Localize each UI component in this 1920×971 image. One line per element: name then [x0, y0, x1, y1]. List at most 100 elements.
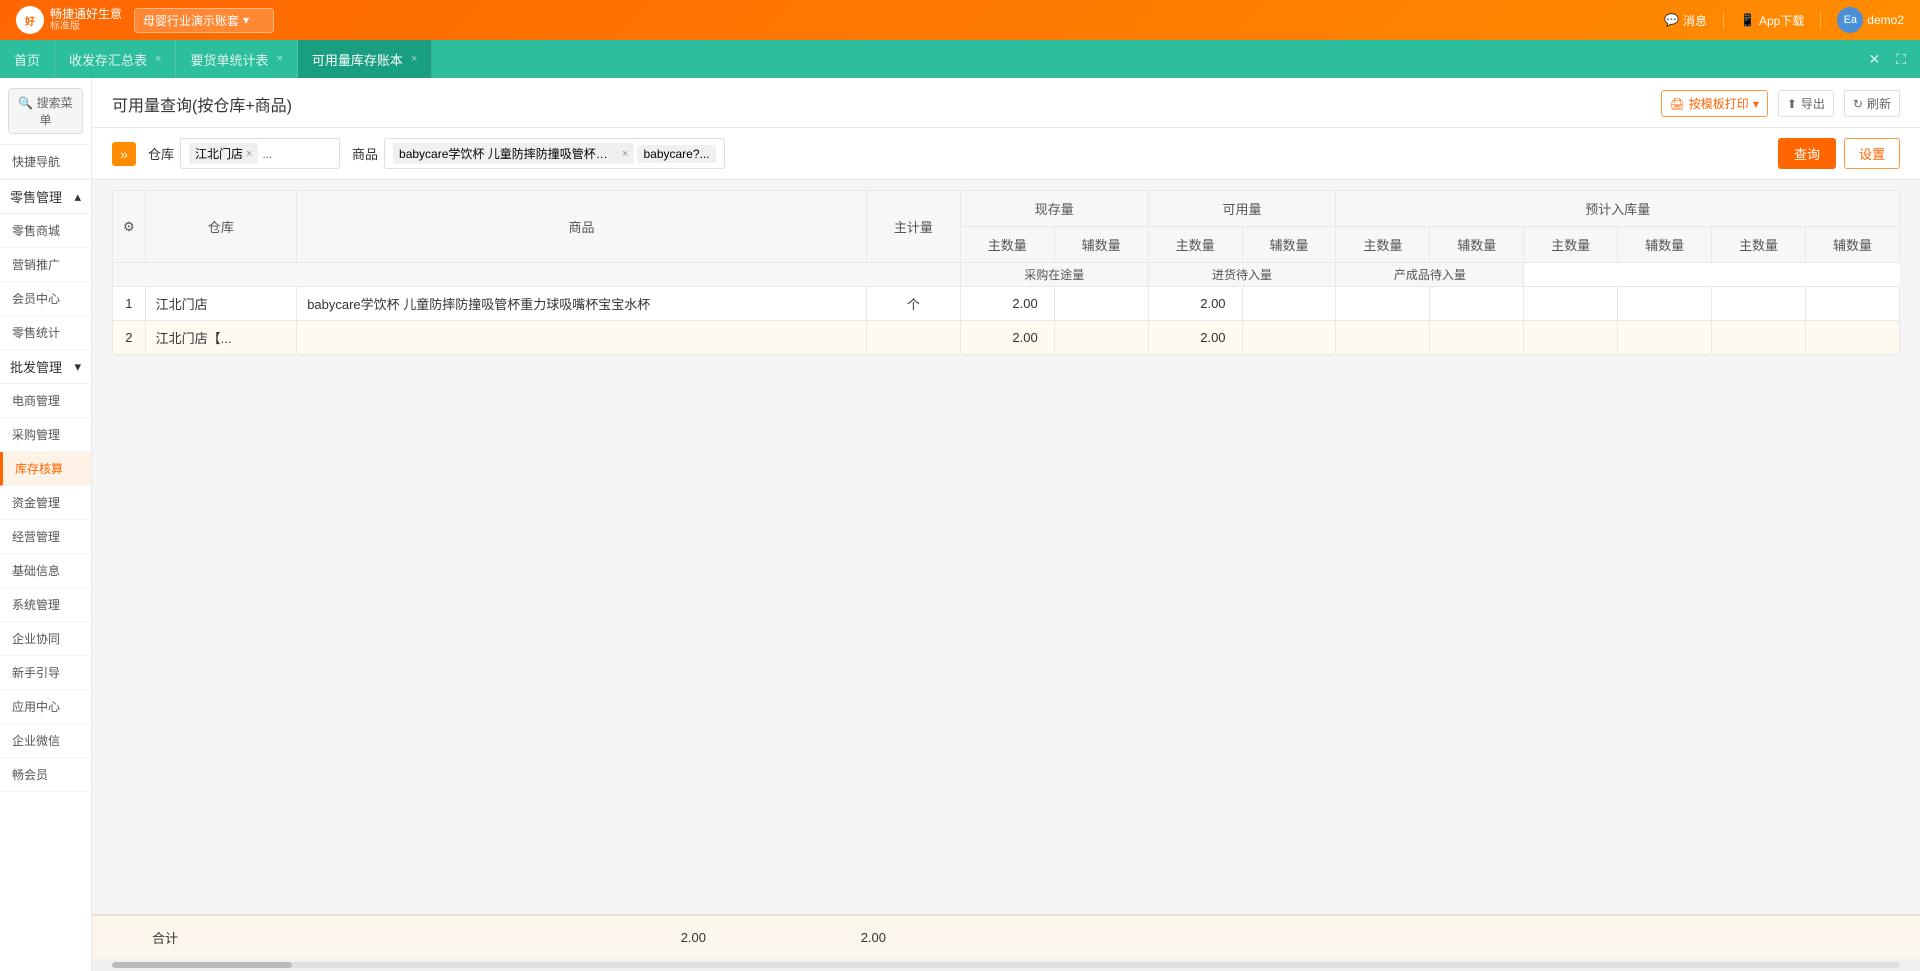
- sidebar-item-finance[interactable]: 资金管理: [0, 486, 91, 520]
- close-orders-icon[interactable]: ×: [276, 53, 282, 65]
- col-settings-header[interactable]: ⚙: [113, 191, 146, 263]
- table-area: ⚙ 仓库 商品 主计量 现存量 可用量 预计入库量 主数量 辅数量 主数量 辅数…: [92, 180, 1920, 914]
- sidebar-item-wholesale[interactable]: 批发管理 ▾: [0, 350, 91, 384]
- tab-receipts[interactable]: 收发存汇总表 ×: [55, 40, 176, 78]
- sidebar-item-retail[interactable]: 零售管理 ▴: [0, 180, 91, 214]
- industry-selector[interactable]: 母婴行业演示账套 ▾: [134, 8, 274, 33]
- sidebar-item-newbie[interactable]: 新手引导: [0, 656, 91, 690]
- production-label: 产成品待入量: [1336, 263, 1524, 287]
- col-current-main-header: 主数量: [960, 227, 1054, 263]
- row1-incoming-main: [1524, 287, 1618, 321]
- filter-bar: » 仓库 江北门店 × ... 商品 babycare学饮杯 儿童防摔防撞吸管杯…: [92, 128, 1920, 180]
- sidebar-item-wechat[interactable]: 企业微信: [0, 724, 91, 758]
- phone-icon: 📱: [1740, 13, 1755, 27]
- warehouse-input[interactable]: 江北门店 × ...: [180, 138, 340, 169]
- export-icon: ⬆: [1787, 97, 1797, 111]
- warehouse-filter-group: 仓库 江北门店 × ...: [148, 138, 340, 169]
- tab-home[interactable]: 首页: [0, 40, 55, 78]
- settings-button[interactable]: 设置: [1844, 138, 1900, 169]
- sidebar-item-vip[interactable]: 畅会员: [0, 758, 91, 792]
- user-area[interactable]: Ea demo2: [1837, 7, 1904, 33]
- refresh-icon: ↻: [1853, 97, 1863, 111]
- sidebar-item-inventory[interactable]: 库存核算: [0, 452, 91, 486]
- tab-orders[interactable]: 要货单统计表 ×: [176, 40, 297, 78]
- page-title: 可用量查询(按仓库+商品): [112, 92, 292, 116]
- sidebar-item-purchase[interactable]: 采购管理: [0, 418, 91, 452]
- col-incoming-main-header: 主数量: [1524, 227, 1618, 263]
- page-header-actions: 🖨 按模板打印 ▾ ⬆ 导出 ↻ 刷新: [1661, 90, 1900, 117]
- maximize-icon[interactable]: ⛶: [1890, 48, 1912, 71]
- col-product-header: 商品: [297, 191, 867, 263]
- col-warehouse-header: 仓库: [145, 191, 297, 263]
- row1-purchase-sub: [1430, 287, 1524, 321]
- chevron-down-icon: ▾: [74, 359, 81, 375]
- sidebar-item-retail-shop[interactable]: 零售商城: [0, 214, 91, 248]
- col-purchase-main-header: 主数量: [1336, 227, 1430, 263]
- close-receipts-icon[interactable]: ×: [155, 53, 161, 65]
- message-btn[interactable]: 💬 消息: [1664, 12, 1707, 29]
- sidebar-item-members[interactable]: 会员中心: [0, 282, 91, 316]
- warehouse-label: 仓库: [148, 144, 174, 163]
- search-menu-btn[interactable]: 🔍 搜索菜单: [8, 88, 83, 134]
- sidebar-item-ecommerce[interactable]: 电商管理: [0, 384, 91, 418]
- message-icon: 💬: [1664, 13, 1679, 27]
- close-window-icon[interactable]: ✕: [1862, 48, 1886, 71]
- print-template-btn[interactable]: 🖨 按模板打印 ▾: [1661, 90, 1768, 117]
- chevron-up-icon: ▴: [74, 189, 81, 205]
- remove-product1-icon[interactable]: ×: [622, 148, 628, 160]
- row1-unit: 个: [866, 287, 960, 321]
- row2-product: [297, 321, 867, 355]
- query-button[interactable]: 查询: [1778, 138, 1836, 169]
- sidebar-item-system[interactable]: 系统管理: [0, 588, 91, 622]
- row2-unit: [866, 321, 960, 355]
- gear-icon: ⚙: [123, 219, 135, 234]
- main-layout: 🔍 搜索菜单 快捷导航 零售管理 ▴ 零售商城 营销推广 会员中心 零售统计 批…: [0, 78, 1920, 971]
- refresh-btn[interactable]: ↻ 刷新: [1844, 90, 1900, 117]
- scrollbar-track[interactable]: [112, 962, 1900, 968]
- col-current-sub-header: 辅数量: [1054, 227, 1148, 263]
- filter-expand-btn[interactable]: »: [112, 142, 136, 166]
- remove-warehouse-icon[interactable]: ×: [246, 148, 252, 160]
- col-unit-header: 主计量: [866, 191, 960, 263]
- row2-incoming-sub: [1618, 321, 1712, 355]
- divider: [1723, 11, 1724, 29]
- row1-avail-sub: [1242, 287, 1336, 321]
- col-avail-sub-header: 辅数量: [1242, 227, 1336, 263]
- close-inventory-icon[interactable]: ×: [411, 53, 417, 65]
- search-icon: 🔍: [18, 96, 33, 110]
- row1-production-sub: [1805, 287, 1899, 321]
- row2-incoming-main: [1524, 321, 1618, 355]
- app-download-btn[interactable]: 📱 App下载: [1740, 12, 1804, 29]
- sidebar-item-retail-stats[interactable]: 零售统计: [0, 316, 91, 350]
- tab-inventory[interactable]: 可用量库存账本 ×: [298, 40, 432, 78]
- col-purchase-sub-header: 辅数量: [1430, 227, 1524, 263]
- product-label: 商品: [352, 144, 378, 163]
- scrollbar-thumb[interactable]: [112, 962, 292, 968]
- warehouse-tag: 江北门店 ×: [189, 143, 258, 164]
- product-input[interactable]: babycare学饮杯 儿童防摔防撞吸管杯重力球吸嘴杯宝宝水杯 × babyca…: [384, 138, 724, 169]
- row1-current-main: 2.00: [960, 287, 1054, 321]
- export-btn[interactable]: ⬆ 导出: [1778, 90, 1834, 117]
- summary-current-main: 2.00: [622, 924, 722, 951]
- summary-avail-main: 2.00: [802, 924, 902, 951]
- col-production-sub-header: 辅数量: [1805, 227, 1899, 263]
- data-table: ⚙ 仓库 商品 主计量 现存量 可用量 预计入库量 主数量 辅数量 主数量 辅数…: [112, 190, 1900, 355]
- top-bar-left: 好 畅捷通好生意 标准版 母婴行业演示账套 ▾: [16, 6, 274, 34]
- logo-icon: 好: [16, 6, 44, 34]
- sidebar-item-quick-nav[interactable]: 快捷导航: [0, 145, 91, 179]
- sidebar-item-marketing[interactable]: 营销推广: [0, 248, 91, 282]
- warehouse-more[interactable]: ...: [262, 147, 272, 161]
- chevron-down-icon: ▾: [243, 13, 249, 27]
- col-incoming-sub-header: 辅数量: [1618, 227, 1712, 263]
- sidebar: 🔍 搜索菜单 快捷导航 零售管理 ▴ 零售商城 营销推广 会员中心 零售统计 批…: [0, 78, 92, 971]
- sidebar-item-collab[interactable]: 企业协同: [0, 622, 91, 656]
- row1-index: 1: [113, 287, 146, 321]
- row2-current-sub: [1054, 321, 1148, 355]
- sidebar-item-apps[interactable]: 应用中心: [0, 690, 91, 724]
- col-production-main-header: 主数量: [1712, 227, 1806, 263]
- print-icon: 🖨: [1670, 97, 1685, 111]
- sidebar-item-basics[interactable]: 基础信息: [0, 554, 91, 588]
- col-avail-main-header: 主数量: [1148, 227, 1242, 263]
- sidebar-item-operations[interactable]: 经营管理: [0, 520, 91, 554]
- purchase-transit-label: 采购在途量: [960, 263, 1148, 287]
